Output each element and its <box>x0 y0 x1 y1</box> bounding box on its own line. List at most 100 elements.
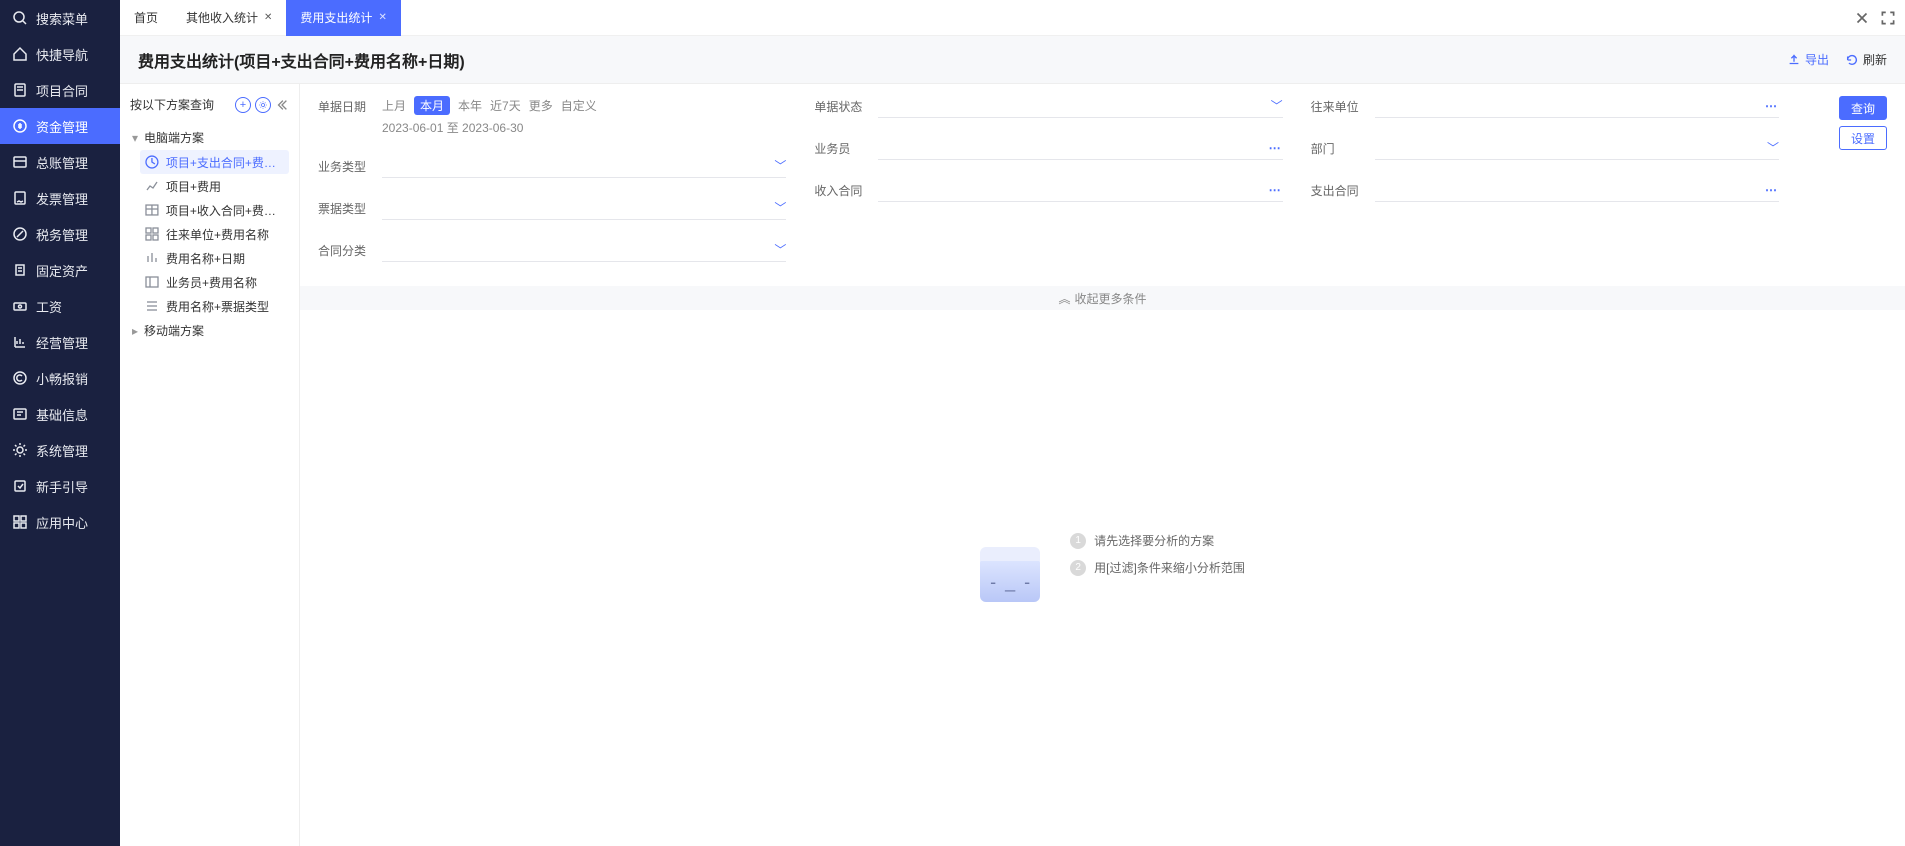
date-option-0[interactable]: 上月 <box>382 97 406 114</box>
close-icon[interactable]: ✕ <box>378 12 386 23</box>
contract-class-input[interactable]: ﹀ <box>382 238 786 262</box>
export-icon <box>1787 53 1801 67</box>
home-icon <box>12 46 28 62</box>
scheme-item-5[interactable]: 业务员+费用名称 <box>140 270 289 294</box>
sidebar-item-invoice-manage[interactable]: 发票管理 <box>0 180 120 216</box>
close-all-icon[interactable] <box>1853 9 1871 27</box>
scheme-title: 按以下方案查询 <box>130 96 214 113</box>
sidebar-item-tax-manage[interactable]: 税务管理 <box>0 216 120 252</box>
date-option-4[interactable]: 更多 <box>529 97 553 114</box>
settings-button[interactable]: 设置 <box>1839 126 1887 150</box>
sidebar-item-basic-info[interactable]: 基础信息 <box>0 396 120 432</box>
sidebar-item-ops-manage[interactable]: 经营管理 <box>0 324 120 360</box>
sidebar-label: 资金管理 <box>36 117 88 136</box>
company-label: 往来单位 <box>1311 94 1375 115</box>
ledger-icon <box>12 154 28 170</box>
date-option-2[interactable]: 本年 <box>458 97 482 114</box>
step-badge-1: 1 <box>1070 533 1086 549</box>
scheme-item-label: 业务员+费用名称 <box>166 274 257 291</box>
sales-label: 业务员 <box>814 136 878 157</box>
tab-label: 首页 <box>134 9 158 26</box>
apps-icon <box>12 514 28 530</box>
page-header: 费用支出统计(项目+支出合同+费用名称+日期) 导出 刷新 <box>120 36 1905 84</box>
empty-illustration: - _ - <box>960 532 1060 612</box>
grid-icon <box>144 226 160 242</box>
date-option-1[interactable]: 本月 <box>414 96 450 115</box>
chevron-down-icon: ﹀ <box>774 157 786 174</box>
sidebar-item-quick-nav[interactable]: 快捷导航 <box>0 36 120 72</box>
refresh-label: 刷新 <box>1863 51 1887 68</box>
chevron-up-icon: ︽ <box>1058 290 1070 307</box>
dept-input[interactable]: ﹀ <box>1375 136 1779 160</box>
sidebar-item-salary[interactable]: 工资 <box>0 288 120 324</box>
export-button[interactable]: 导出 <box>1787 51 1829 68</box>
layout-icon <box>144 274 160 290</box>
header-tools: 导出 刷新 <box>1787 51 1887 68</box>
sales-input[interactable]: ⋯ <box>878 136 1282 160</box>
empty-step-2-text: 用[过滤]条件来缩小分析范围 <box>1094 559 1245 576</box>
status-label: 单据状态 <box>814 94 878 115</box>
tree-group-mobile[interactable]: ▸ 移动端方案 <box>130 318 289 343</box>
sidebar-item-gl-manage[interactable]: 总账管理 <box>0 144 120 180</box>
tab-expense-stats[interactable]: 费用支出统计 ✕ <box>286 0 400 36</box>
sidebar-item-expense-app[interactable]: 小畅报销 <box>0 360 120 396</box>
sidebar-item-project-contract[interactable]: 项目合同 <box>0 72 120 108</box>
close-icon[interactable]: ✕ <box>264 12 272 23</box>
more-icon: ⋯ <box>1269 183 1283 197</box>
list-icon <box>144 298 160 314</box>
chevron-down-icon: ﹀ <box>1271 97 1283 114</box>
date-option-5[interactable]: 自定义 <box>561 97 597 114</box>
dept-label: 部门 <box>1311 136 1375 157</box>
expense-contract-input[interactable]: ⋯ <box>1375 178 1779 202</box>
tree-group-desktop[interactable]: ▾ 电脑端方案 <box>130 125 289 150</box>
doc-icon <box>12 82 28 98</box>
gear-icon <box>12 442 28 458</box>
scheme-item-1[interactable]: 项目+费用 <box>140 174 289 198</box>
sidebar-label: 税务管理 <box>36 225 88 244</box>
sidebar-item-fixed-assets[interactable]: 固定资产 <box>0 252 120 288</box>
biz-type-input[interactable]: ﹀ <box>382 154 786 178</box>
sidebar-item-system-manage[interactable]: 系统管理 <box>0 432 120 468</box>
caret-right-icon: ▸ <box>132 324 142 338</box>
sidebar-label: 小畅报销 <box>36 369 88 388</box>
tab-other-income-stats[interactable]: 其他收入统计 ✕ <box>172 0 286 36</box>
invoice-icon <box>12 190 28 206</box>
sidebar-label: 经营管理 <box>36 333 88 352</box>
income-contract-input[interactable]: ⋯ <box>878 178 1282 202</box>
date-label: 单据日期 <box>318 94 382 115</box>
sidebar-label: 基础信息 <box>36 405 88 424</box>
collapse-panel-icon[interactable] <box>275 98 289 112</box>
chart-icon <box>144 178 160 194</box>
date-option-3[interactable]: 近7天 <box>490 97 521 114</box>
collapse-filters-button[interactable]: ︽ 收起更多条件 <box>300 286 1905 310</box>
income-contract-label: 收入合同 <box>814 178 878 199</box>
sidebar-label: 应用中心 <box>36 513 88 532</box>
query-button[interactable]: 查询 <box>1839 96 1887 120</box>
fullscreen-icon[interactable] <box>1879 9 1897 27</box>
date-filter-input[interactable]: 上月 本月 本年 近7天 更多 自定义 2023-06-01 至 2023-06… <box>382 94 786 136</box>
scheme-item-6[interactable]: 费用名称+票据类型 <box>140 294 289 318</box>
add-scheme-button[interactable]: + <box>235 97 251 113</box>
scheme-item-2[interactable]: 项目+收入合同+费用... <box>140 198 289 222</box>
step-badge-2: 2 <box>1070 560 1086 576</box>
sidebar-item-guide[interactable]: 新手引导 <box>0 468 120 504</box>
refresh-button[interactable]: 刷新 <box>1845 51 1887 68</box>
sidebar-item-app-center[interactable]: 应用中心 <box>0 504 120 540</box>
more-icon: ⋯ <box>1765 183 1779 197</box>
sidebar-label: 新手引导 <box>36 477 88 496</box>
scheme-header: 按以下方案查询 + <box>130 92 289 121</box>
scheme-item-4[interactable]: 费用名称+日期 <box>140 246 289 270</box>
export-label: 导出 <box>1805 51 1829 68</box>
scheme-settings-button[interactable] <box>255 97 271 113</box>
scheme-item-0[interactable]: 项目+支出合同+费用... <box>140 150 289 174</box>
tab-home[interactable]: 首页 <box>120 0 172 36</box>
sidebar-item-search-menu[interactable]: 搜索菜单 <box>0 0 120 36</box>
tabs-row: 首页 其他收入统计 ✕ 费用支出统计 ✕ <box>120 0 1905 36</box>
status-input[interactable]: ﹀ <box>878 94 1282 118</box>
sidebar-item-fund-manage[interactable]: 资金管理 <box>0 108 120 144</box>
action-column: 查询 设置 <box>1807 94 1887 280</box>
sidebar-label: 工资 <box>36 297 62 316</box>
bill-type-input[interactable]: ﹀ <box>382 196 786 220</box>
company-input[interactable]: ⋯ <box>1375 94 1779 118</box>
scheme-item-3[interactable]: 往来单位+费用名称 <box>140 222 289 246</box>
